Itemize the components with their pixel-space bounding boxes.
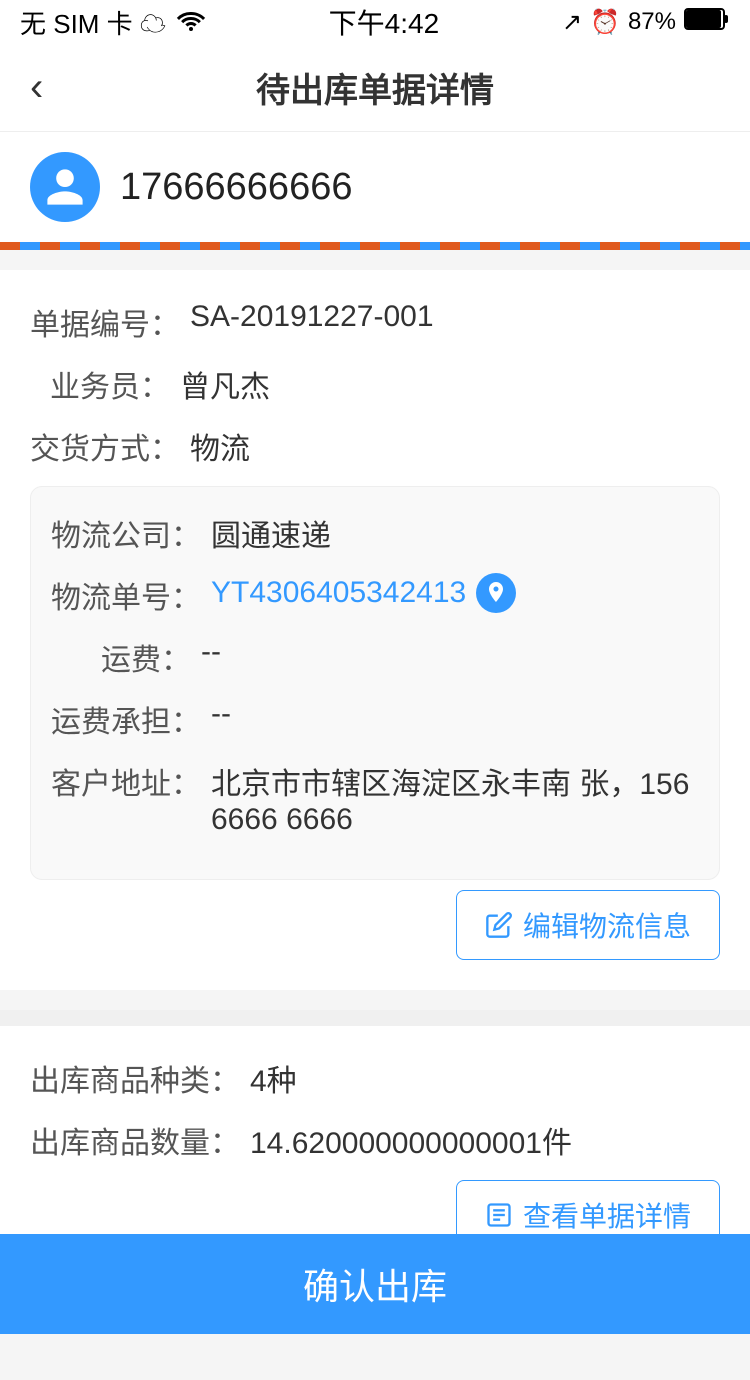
edit-logistics-button[interactable]: 编辑物流信息 xyxy=(456,890,720,960)
logistics-company-row: 物流公司： 圆通速递 xyxy=(51,511,699,555)
avatar-icon xyxy=(43,165,87,209)
location-status-icon: ↗ xyxy=(562,8,582,37)
dashed-divider xyxy=(0,242,750,250)
sales-person-value: 曾凡杰 xyxy=(180,362,720,406)
confirm-btn-wrap: 确认出库 xyxy=(0,1234,750,1334)
tracking-no-label: 物流单号： xyxy=(51,573,201,617)
freight-label: 运费： xyxy=(51,635,191,679)
wifi-icon xyxy=(176,7,206,38)
order-no-label: 单据编号： xyxy=(30,300,180,344)
back-button[interactable]: ‹ xyxy=(30,65,43,110)
customer-avatar xyxy=(30,152,100,222)
address-value: 北京市市辖区海淀区永丰南 张，156 6666 6666 xyxy=(211,759,699,837)
alarm-icon: ⏰ xyxy=(590,8,620,37)
edit-logistics-label: 编辑物流信息 xyxy=(523,905,691,945)
edit-icon xyxy=(485,911,513,939)
status-bar-time: 下午4:42 xyxy=(329,2,440,42)
delivery-method-value: 物流 xyxy=(190,424,720,468)
freight-row: 运费： -- xyxy=(51,635,699,679)
logistics-card: 物流公司： 圆通速递 物流单号： YT43064053424​13 运费： --… xyxy=(30,486,720,880)
sales-person-label: 业务员： xyxy=(30,362,170,406)
delivery-method-label: 交货方式： xyxy=(30,424,180,468)
goods-types-row: 出库商品种类： 4种 xyxy=(30,1056,720,1100)
goods-qty-label: 出库商品数量： xyxy=(30,1118,240,1162)
logistics-company-label: 物流公司： xyxy=(51,511,201,555)
sales-person-row: 业务员： 曾凡杰 xyxy=(30,362,720,406)
view-detail-label: 查看单据详情 xyxy=(523,1195,691,1235)
tracking-location-icon[interactable] xyxy=(476,573,516,613)
list-icon xyxy=(485,1201,513,1229)
freight-bearer-label: 运费承担： xyxy=(51,697,201,741)
customer-header: 17666666666 xyxy=(0,132,750,242)
delivery-method-row: 交货方式： 物流 xyxy=(30,424,720,468)
order-no-row: 单据编号： SA-20191227-001 xyxy=(30,300,720,344)
tracking-no-value: YT43064053424​13 xyxy=(211,573,699,613)
goods-types-label: 出库商品种类： xyxy=(30,1056,240,1100)
goods-types-value: 4种 xyxy=(250,1056,720,1100)
logistics-company-value: 圆通速递 xyxy=(211,511,699,555)
nav-bar: ‹ 待出库单据详情 xyxy=(0,44,750,132)
order-info-section: 单据编号： SA-20191227-001 业务员： 曾凡杰 交货方式： 物流 … xyxy=(0,270,750,990)
freight-bearer-row: 运费承担： -- xyxy=(51,697,699,741)
goods-qty-value: 14.620000000000001件 xyxy=(250,1118,720,1162)
freight-bearer-value: -- xyxy=(211,697,699,731)
address-row: 客户地址： 北京市市辖区海淀区永丰南 张，156 6666 6666 xyxy=(51,759,699,837)
goods-qty-row: 出库商品数量： 14.620000000000001件 xyxy=(30,1118,720,1162)
status-bar-right: ↗ ⏰ 87% xyxy=(562,8,730,37)
sim-status: 无 SIM 卡 ☁ xyxy=(20,4,166,41)
status-bar: 无 SIM 卡 ☁ 下午4:42 ↗ ⏰ 87% xyxy=(0,0,750,44)
page-title: 待出库单据详情 xyxy=(256,63,494,112)
order-no-value: SA-20191227-001 xyxy=(190,300,720,334)
confirm-outbound-button[interactable]: 确认出库 xyxy=(0,1258,750,1310)
battery-level: 87% xyxy=(628,8,676,36)
address-label: 客户地址： xyxy=(51,759,201,803)
battery-icon xyxy=(684,8,730,37)
status-bar-left: 无 SIM 卡 ☁ xyxy=(20,4,206,41)
gray-divider xyxy=(0,1010,750,1026)
confirm-btn-label: 确认出库 xyxy=(303,1266,447,1307)
tracking-no-row: 物流单号： YT43064053424​13 xyxy=(51,573,699,617)
edit-logistics-btn-wrap: 编辑物流信息 xyxy=(30,890,720,960)
customer-phone: 17666666666 xyxy=(120,166,352,209)
freight-value: -- xyxy=(201,635,699,669)
